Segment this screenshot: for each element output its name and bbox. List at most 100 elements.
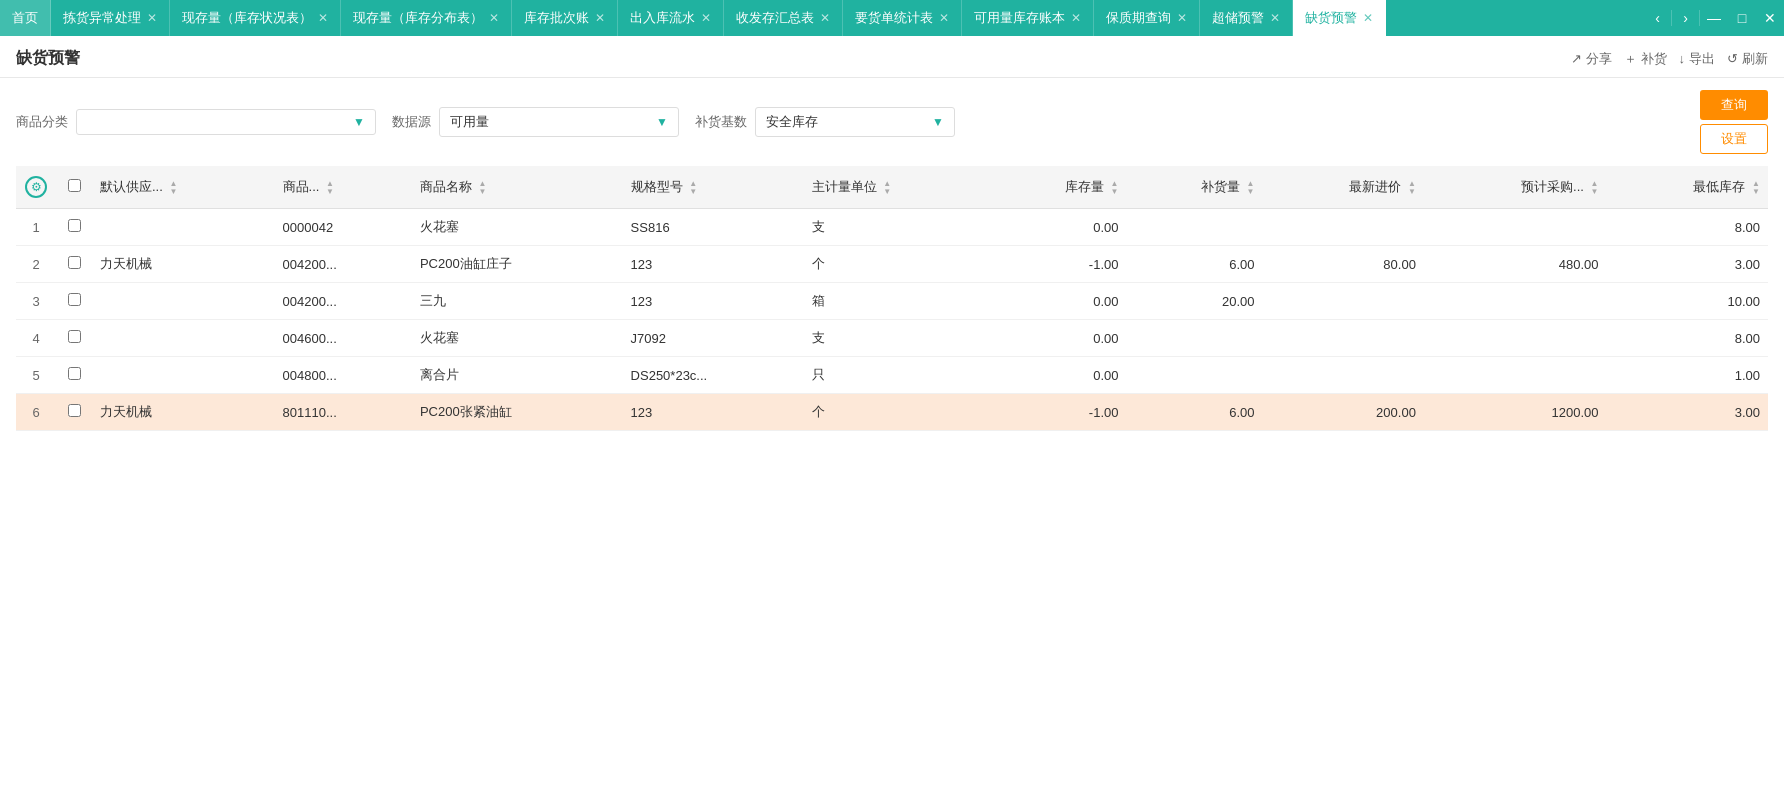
export-button[interactable]: ↓ 导出 — [1679, 50, 1716, 68]
tab-close-expiry[interactable]: ✕ — [1177, 11, 1187, 25]
table-row: 1 0000042 火花塞 SS816 支 0.00 8.00 — [16, 209, 1768, 246]
sort-min-stock-icon: ▲▼ — [1752, 180, 1760, 196]
tab-available[interactable]: 可用量库存账本 ✕ — [962, 0, 1094, 36]
th-unit[interactable]: 主计量单位 ▲▼ — [804, 166, 991, 209]
row-est-purchase — [1424, 283, 1607, 320]
row-product-code: 004200... — [275, 283, 412, 320]
row-checkbox[interactable] — [68, 293, 81, 306]
tab-nav-controls: ‹ › — □ ✕ — [1644, 10, 1784, 26]
row-replenish — [1126, 320, 1262, 357]
settings-button[interactable]: 设置 — [1700, 124, 1768, 154]
select-all-checkbox[interactable] — [68, 179, 81, 192]
row-product-code: 004800... — [275, 357, 412, 394]
row-spec: 123 — [623, 394, 804, 431]
tab-close-all-button[interactable]: ✕ — [1756, 10, 1784, 26]
th-default-supplier[interactable]: 默认供应... ▲▼ — [92, 166, 275, 209]
share-button[interactable]: ↗ 分享 — [1571, 50, 1612, 68]
row-index: 6 — [16, 394, 56, 431]
row-product-name: 火花塞 — [412, 209, 623, 246]
tab-restore-button[interactable]: □ — [1728, 10, 1756, 26]
tab-flow[interactable]: 出入库流水 ✕ — [618, 0, 724, 36]
table-row: 2 力天机械 004200... PC200油缸庄子 123 个 -1.00 6… — [16, 246, 1768, 283]
row-product-code: 801110... — [275, 394, 412, 431]
row-index: 5 — [16, 357, 56, 394]
row-latest-price — [1262, 283, 1423, 320]
row-est-purchase: 480.00 — [1424, 246, 1607, 283]
tab-close-shortage[interactable]: ✕ — [1363, 11, 1373, 25]
row-product-code: 0000042 — [275, 209, 412, 246]
tab-close-collect[interactable]: ✕ — [820, 11, 830, 25]
tab-close-abnormal[interactable]: ✕ — [147, 11, 157, 25]
row-latest-price: 200.00 — [1262, 394, 1423, 431]
row-checkbox[interactable] — [68, 404, 81, 417]
tab-collect[interactable]: 收发存汇总表 ✕ — [724, 0, 843, 36]
shortage-table: ⚙ 默认供应... ▲▼ 商品... ▲▼ 商品名称 — [16, 166, 1768, 431]
row-latest-price — [1262, 320, 1423, 357]
tab-close-batch[interactable]: ✕ — [595, 11, 605, 25]
row-supplier — [92, 283, 275, 320]
tab-close-req-stat[interactable]: ✕ — [939, 11, 949, 25]
replenish-base-select[interactable]: 安全库存 ▼ — [755, 107, 955, 137]
table-row: 6 力天机械 801110... PC200张紧油缸 123 个 -1.00 6… — [16, 394, 1768, 431]
table-row: 5 004800... 离合片 DS250*23c... 只 0.00 1.00 — [16, 357, 1768, 394]
tab-prev-button[interactable]: ‹ — [1644, 10, 1672, 26]
th-latest-price[interactable]: 最新进价 ▲▼ — [1262, 166, 1423, 209]
row-replenish: 20.00 — [1126, 283, 1262, 320]
tab-close-flow[interactable]: ✕ — [701, 11, 711, 25]
row-est-purchase — [1424, 209, 1607, 246]
replenish-button[interactable]: ＋ 补货 — [1624, 50, 1667, 68]
tab-overstock[interactable]: 超储预警 ✕ — [1200, 0, 1293, 36]
tab-abnormal[interactable]: 拣货异常处理 ✕ — [51, 0, 170, 36]
tab-next-button[interactable]: › — [1672, 10, 1700, 26]
row-spec: 123 — [623, 246, 804, 283]
row-checkbox[interactable] — [68, 367, 81, 380]
th-spec[interactable]: 规格型号 ▲▼ — [623, 166, 804, 209]
tab-req-stat[interactable]: 要货单统计表 ✕ — [843, 0, 962, 36]
th-product-name[interactable]: 商品名称 ▲▼ — [412, 166, 623, 209]
page-title: 缺货预警 — [16, 48, 80, 69]
row-min-stock: 10.00 — [1606, 283, 1768, 320]
datasource-select[interactable]: 可用量 ▼ — [439, 107, 679, 137]
th-checkbox — [56, 166, 92, 209]
tab-shortage[interactable]: 缺货预警 ✕ — [1293, 0, 1386, 36]
tab-inventory-dist[interactable]: 现存量（库存分布表） ✕ — [341, 0, 512, 36]
tab-close-inventory-status[interactable]: ✕ — [318, 11, 328, 25]
tab-close-overstock[interactable]: ✕ — [1270, 11, 1280, 25]
tab-close-available[interactable]: ✕ — [1071, 11, 1081, 25]
tab-batch[interactable]: 库存批次账 ✕ — [512, 0, 618, 36]
sort-unit-icon: ▲▼ — [883, 180, 891, 196]
row-product-name: 火花塞 — [412, 320, 623, 357]
row-checkbox-cell — [56, 357, 92, 394]
tab-close-inventory-dist[interactable]: ✕ — [489, 11, 499, 25]
row-checkbox[interactable] — [68, 330, 81, 343]
refresh-button[interactable]: ↺ 刷新 — [1727, 50, 1768, 68]
main-content: 缺货预警 ↗ 分享 ＋ 补货 ↓ 导出 ↺ 刷新 商品分类 — [0, 36, 1784, 796]
filter-actions: 查询 设置 — [1700, 90, 1768, 154]
category-select[interactable]: ▼ — [76, 109, 376, 135]
th-min-stock[interactable]: 最低库存 ▲▼ — [1606, 166, 1768, 209]
tab-inventory-status[interactable]: 现存量（库存状况表） ✕ — [170, 0, 341, 36]
th-gear: ⚙ — [16, 166, 56, 209]
row-stock: -1.00 — [991, 246, 1127, 283]
query-button[interactable]: 查询 — [1700, 90, 1768, 120]
th-est-purchase[interactable]: 预计采购... ▲▼ — [1424, 166, 1607, 209]
row-checkbox[interactable] — [68, 219, 81, 232]
row-product-name: PC200油缸庄子 — [412, 246, 623, 283]
row-checkbox[interactable] — [68, 256, 81, 269]
th-stock[interactable]: 库存量 ▲▼ — [991, 166, 1127, 209]
row-replenish: 6.00 — [1126, 394, 1262, 431]
th-product-code[interactable]: 商品... ▲▼ — [275, 166, 412, 209]
row-replenish: 6.00 — [1126, 246, 1262, 283]
tab-minimize-button[interactable]: — — [1700, 10, 1728, 26]
share-icon: ↗ — [1571, 51, 1582, 66]
row-product-code: 004600... — [275, 320, 412, 357]
row-est-purchase — [1424, 357, 1607, 394]
row-stock: 0.00 — [991, 283, 1127, 320]
sort-replenish-icon: ▲▼ — [1247, 180, 1255, 196]
tab-expiry[interactable]: 保质期查询 ✕ — [1094, 0, 1200, 36]
replenish-base-dropdown-icon: ▼ — [932, 115, 944, 129]
th-replenish[interactable]: 补货量 ▲▼ — [1126, 166, 1262, 209]
column-settings-icon[interactable]: ⚙ — [25, 176, 47, 198]
replenish-icon: ＋ — [1624, 50, 1637, 68]
tab-home[interactable]: 首页 — [0, 0, 51, 36]
